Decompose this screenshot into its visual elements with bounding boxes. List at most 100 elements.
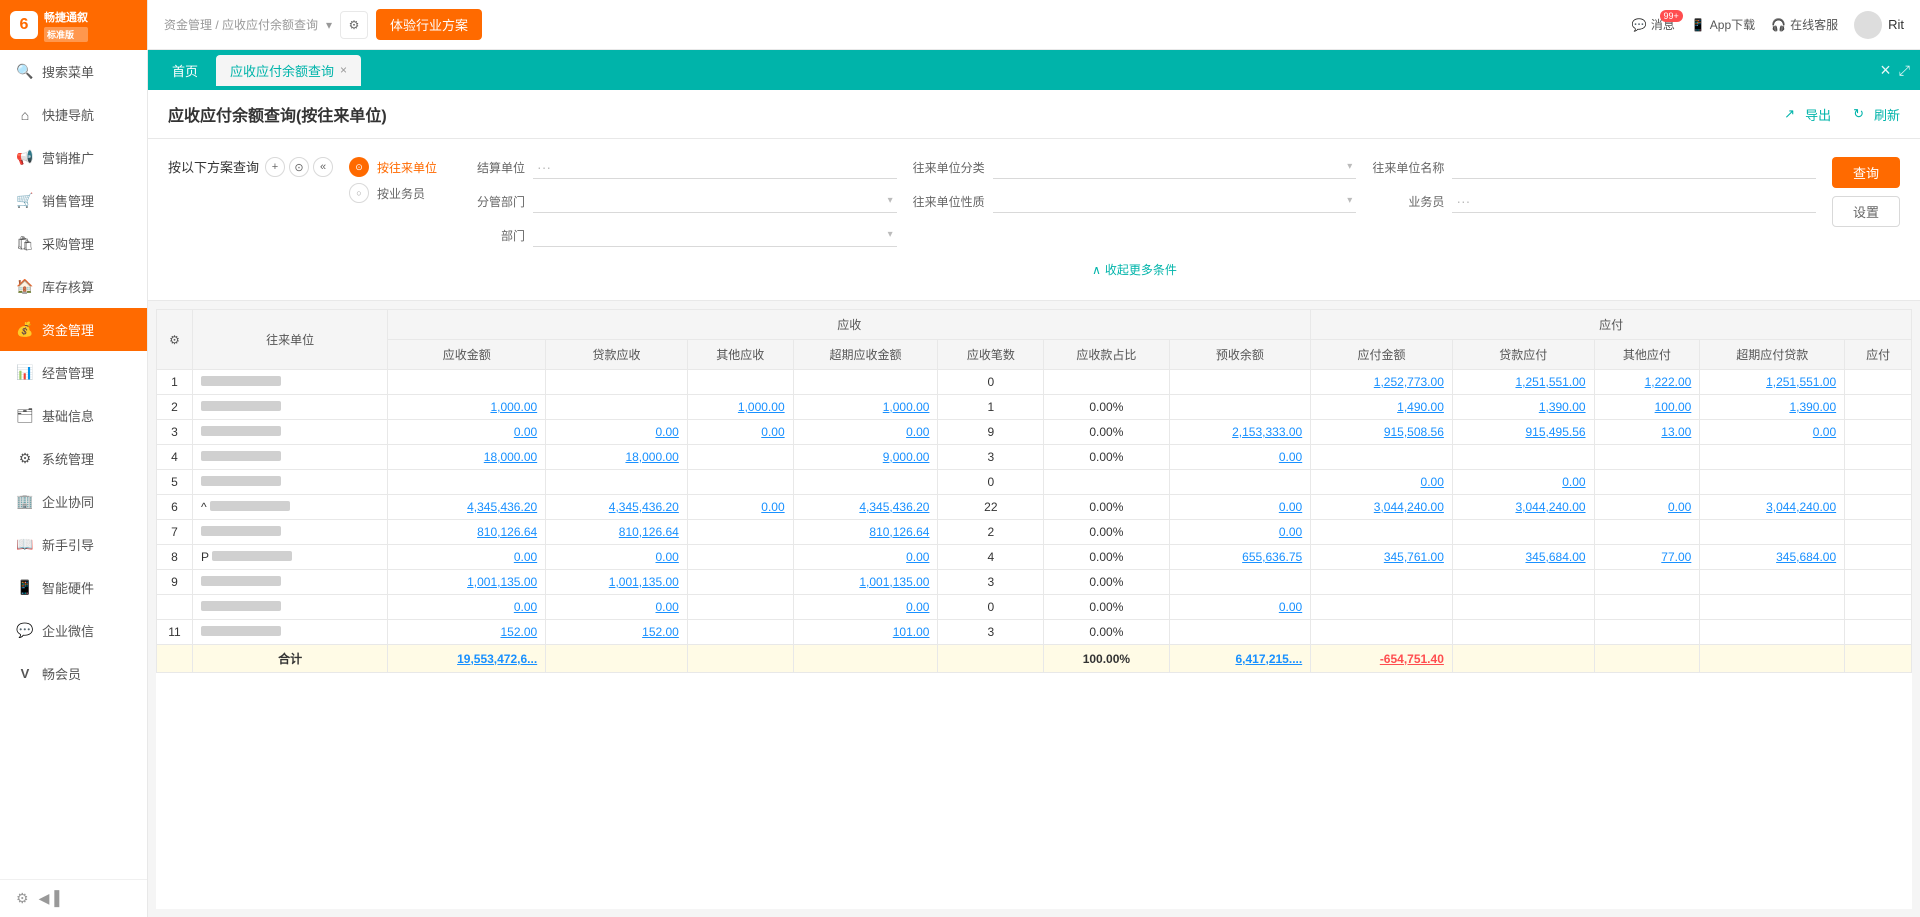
table-cell[interactable]: 1,000.00: [687, 395, 793, 420]
table-cell[interactable]: 4,345,436.20: [388, 495, 546, 520]
table-cell[interactable]: [1594, 595, 1700, 620]
app-download-button[interactable]: 📱 App下载: [1691, 16, 1755, 33]
table-cell[interactable]: 810,126.64: [388, 520, 546, 545]
table-cell[interactable]: [1594, 620, 1700, 645]
table-cell[interactable]: 655,636.75: [1169, 545, 1311, 570]
tab-receivables[interactable]: 应收应付余额查询 ×: [216, 55, 361, 86]
table-cell[interactable]: 1,001,135.00: [546, 570, 688, 595]
tab-home[interactable]: 首页: [158, 55, 212, 86]
scheme-by-salesman[interactable]: ○ 按业务员: [349, 183, 437, 203]
collapse-more-conditions[interactable]: ∧ 收起更多条件: [453, 255, 1816, 284]
table-cell[interactable]: [1452, 570, 1594, 595]
table-cell[interactable]: 3,044,240.00: [1452, 495, 1594, 520]
table-cell[interactable]: 9,000.00: [793, 445, 938, 470]
table-cell[interactable]: [1700, 520, 1845, 545]
table-cell[interactable]: [1169, 620, 1311, 645]
table-cell[interactable]: 0.00: [388, 595, 546, 620]
table-cell[interactable]: [388, 370, 546, 395]
table-cell[interactable]: [687, 520, 793, 545]
table-cell[interactable]: 0.00: [1169, 520, 1311, 545]
table-cell[interactable]: 13.00: [1594, 420, 1700, 445]
table-cell[interactable]: 0.00: [687, 495, 793, 520]
table-cell[interactable]: [1594, 520, 1700, 545]
table-cell[interactable]: [1311, 520, 1453, 545]
table-cell[interactable]: [687, 370, 793, 395]
sidebar-item-wechat[interactable]: 💬 企业微信: [0, 609, 147, 652]
settings-button[interactable]: 设置: [1832, 196, 1900, 227]
table-cell[interactable]: 4,345,436.20: [546, 495, 688, 520]
table-cell[interactable]: [1452, 595, 1594, 620]
settings-scheme-button[interactable]: ⊙: [289, 157, 309, 177]
summary-recv-amt[interactable]: 19,553,472,6...: [388, 645, 546, 673]
table-cell[interactable]: [1845, 545, 1912, 570]
sidebar-item-system[interactable]: ⚙ 系统管理: [0, 437, 147, 480]
table-cell[interactable]: 0.00: [1700, 420, 1845, 445]
summary-prepay-bal[interactable]: 6,417,215....: [1169, 645, 1311, 673]
table-cell[interactable]: 3,044,240.00: [1311, 495, 1453, 520]
sidebar-item-purchase[interactable]: 🛍 采购管理: [0, 222, 147, 265]
table-cell[interactable]: [1845, 420, 1912, 445]
table-cell[interactable]: [1594, 445, 1700, 470]
table-cell[interactable]: 1,252,773.00: [1311, 370, 1453, 395]
table-cell[interactable]: [1311, 620, 1453, 645]
table-cell[interactable]: 0.00: [793, 595, 938, 620]
table-cell[interactable]: [1169, 470, 1311, 495]
table-cell[interactable]: [1700, 470, 1845, 495]
user-area[interactable]: Rit: [1854, 11, 1904, 39]
table-cell[interactable]: 0.00: [546, 420, 688, 445]
table-cell[interactable]: 0.00: [1169, 495, 1311, 520]
table-cell[interactable]: [1169, 395, 1311, 420]
branch-dept-input[interactable]: ▾: [533, 189, 897, 213]
table-cell[interactable]: 3,044,240.00: [1700, 495, 1845, 520]
table-cell[interactable]: [1845, 395, 1912, 420]
table-cell[interactable]: [1452, 520, 1594, 545]
export-button[interactable]: 导出: [1805, 105, 1831, 124]
table-cell[interactable]: 1,000.00: [388, 395, 546, 420]
table-cell[interactable]: [1700, 570, 1845, 595]
table-cell[interactable]: 915,495.56: [1452, 420, 1594, 445]
table-cell[interactable]: [546, 395, 688, 420]
table-cell[interactable]: 77.00: [1594, 545, 1700, 570]
table-cell[interactable]: [687, 445, 793, 470]
sidebar-item-member[interactable]: V 畅会员: [0, 652, 147, 695]
sidebar-item-enterprise[interactable]: 🏢 企业协同: [0, 480, 147, 523]
plan-button[interactable]: 体验行业方案: [376, 9, 482, 40]
table-cell[interactable]: 0.00: [388, 420, 546, 445]
table-cell[interactable]: 0.00: [388, 545, 546, 570]
table-cell[interactable]: [1169, 370, 1311, 395]
table-cell[interactable]: 18,000.00: [546, 445, 688, 470]
sidebar-item-quick[interactable]: ⌂ 快捷导航: [0, 93, 147, 136]
table-cell[interactable]: [1845, 520, 1912, 545]
settings-bottom-icon[interactable]: ⚙: [16, 890, 29, 907]
topbar-gear-button[interactable]: ⚙: [340, 11, 368, 39]
table-cell[interactable]: 1,001,135.00: [793, 570, 938, 595]
table-cell[interactable]: [793, 370, 938, 395]
scheme-by-partner[interactable]: ⊙ 按往来单位: [349, 157, 437, 177]
partner-nature-input[interactable]: ▾: [993, 189, 1357, 213]
table-cell[interactable]: [1311, 445, 1453, 470]
table-cell[interactable]: [1594, 570, 1700, 595]
add-scheme-button[interactable]: +: [265, 157, 285, 177]
table-cell[interactable]: 100.00: [1594, 395, 1700, 420]
sidebar-item-operation[interactable]: 📊 经营管理: [0, 351, 147, 394]
table-cell[interactable]: 1,222.00: [1594, 370, 1700, 395]
table-cell[interactable]: 345,761.00: [1311, 545, 1453, 570]
table-cell[interactable]: 0.00: [1311, 470, 1453, 495]
table-cell[interactable]: [1311, 595, 1453, 620]
table-cell[interactable]: [1594, 470, 1700, 495]
table-cell[interactable]: [1700, 595, 1845, 620]
table-cell[interactable]: 0.00: [793, 420, 938, 445]
message-button[interactable]: 💬 消息 99+: [1632, 16, 1675, 33]
settlement-unit-input[interactable]: ···: [533, 155, 897, 179]
collapse-sidebar-icon[interactable]: ◀▐: [39, 890, 60, 907]
table-cell[interactable]: 810,126.64: [793, 520, 938, 545]
sidebar-item-inventory[interactable]: 🏠 库存核算: [0, 265, 147, 308]
sidebar-item-finance[interactable]: 💰 资金管理: [0, 308, 147, 351]
table-cell[interactable]: [1845, 570, 1912, 595]
table-cell[interactable]: [1700, 445, 1845, 470]
table-cell[interactable]: [1452, 620, 1594, 645]
table-cell[interactable]: 0.00: [687, 420, 793, 445]
online-service-button[interactable]: 🎧 在线客服: [1771, 16, 1838, 33]
table-cell[interactable]: 915,508.56: [1311, 420, 1453, 445]
table-cell[interactable]: [1845, 620, 1912, 645]
